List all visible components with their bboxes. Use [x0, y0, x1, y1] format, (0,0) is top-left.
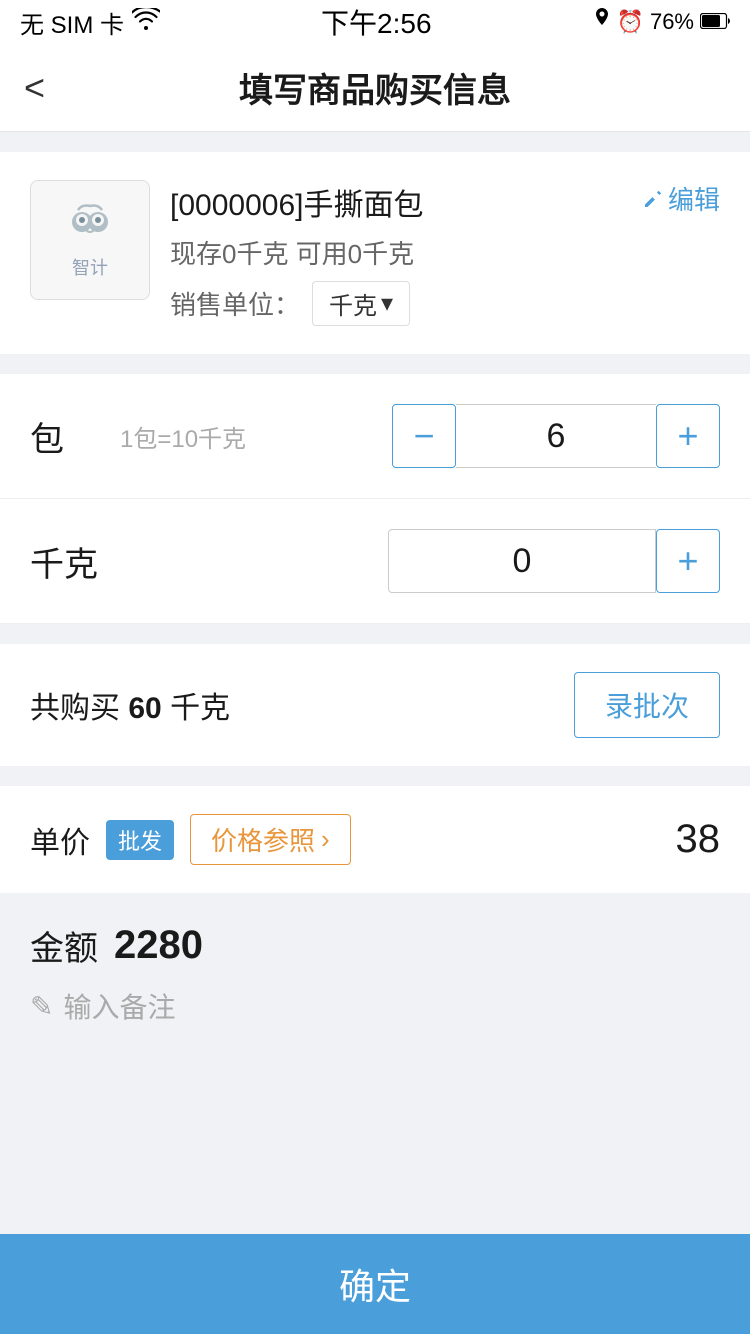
location-icon [593, 8, 611, 36]
bag-decrement-button[interactable]: − [392, 404, 456, 468]
product-info: [0000006]手撕面包 编辑 现存0千克 可用0千克 销售单位： 千克 ▾ [170, 180, 720, 326]
page-spacer [0, 1042, 750, 1234]
kg-qty-input[interactable] [388, 529, 656, 593]
product-name-row: [0000006]手撕面包 编辑 [170, 180, 720, 224]
bag-label: 包 [30, 412, 110, 461]
price-ref-label: 价格参照 [211, 821, 315, 858]
summary-prefix: 共购买 [30, 692, 120, 725]
status-bar-time: 下午2:56 [321, 2, 432, 42]
kg-input-row: 千克 + [0, 499, 750, 624]
price-label: 单价 [30, 818, 90, 862]
batch-button[interactable]: 录批次 [574, 672, 720, 738]
product-stock: 现存0千克 可用0千克 [170, 234, 720, 271]
pencil-icon: ✎ [30, 990, 53, 1023]
confirm-bar[interactable]: 确定 [0, 1234, 750, 1334]
dropdown-arrow-icon: ▾ [381, 289, 393, 318]
amount-value: 2280 [114, 923, 203, 968]
product-unit-row: 销售单位： 千克 ▾ [170, 281, 720, 326]
bag-input-row: 包 1包=10千克 − + [0, 374, 750, 499]
confirm-button-label: 确定 [339, 1258, 411, 1310]
price-ref-button[interactable]: 价格参照 › [190, 814, 351, 865]
status-bar-right: ⏰ 76% [593, 8, 730, 36]
price-value: 38 [676, 817, 721, 862]
note-placeholder: 输入备注 [63, 986, 175, 1026]
bag-qty-control: − + [392, 404, 720, 468]
battery-text: 76% [650, 9, 694, 35]
amount-label: 金额 [30, 921, 98, 970]
bag-hint: 1包=10千克 [120, 419, 392, 454]
status-bar: 无 SIM 卡 下午2:56 ⏰ 76% [0, 0, 750, 44]
summary-unit: 千克 [170, 692, 230, 725]
kg-increment-button[interactable]: + [656, 529, 720, 593]
kg-qty-control: + [388, 529, 720, 593]
back-button[interactable]: < [24, 67, 45, 109]
bag-increment-button[interactable]: + [656, 404, 720, 468]
price-section: 单价 批发 价格参照 › 38 [0, 786, 750, 893]
edit-label: 编辑 [668, 180, 720, 217]
amount-section: 金额 2280 ✎ 输入备注 [0, 893, 750, 1042]
price-type-tag: 批发 [106, 820, 174, 860]
product-thumbnail: 智计 [30, 180, 150, 300]
summary-text: 共购买 60 千克 [30, 683, 230, 727]
page-title: 填写商品购买信息 [239, 63, 511, 112]
kg-label: 千克 [30, 537, 110, 586]
product-card: 智计 [0000006]手撕面包 编辑 现存0千克 可用0千克 销售单位： 千克… [0, 152, 750, 354]
unit-value: 千克 [329, 286, 377, 321]
battery-icon [700, 9, 730, 35]
product-logo-text: 智计 [72, 254, 108, 280]
edit-button[interactable]: 编辑 [642, 180, 720, 217]
price-row: 单价 批发 价格参照 › 38 [30, 814, 720, 865]
bag-qty-input[interactable] [456, 404, 656, 468]
amount-row: 金额 2280 [30, 921, 720, 970]
note-row[interactable]: ✎ 输入备注 [30, 986, 720, 1026]
product-logo-icon [64, 200, 116, 250]
input-section: 包 1包=10千克 − + 千克 + [0, 374, 750, 624]
summary-row: 共购买 60 千克 录批次 [0, 644, 750, 766]
price-ref-arrow-icon: › [321, 824, 330, 855]
unit-select[interactable]: 千克 ▾ [312, 281, 410, 326]
wifi-icon [132, 8, 160, 37]
nav-bar: < 填写商品购买信息 [0, 44, 750, 132]
unit-label: 销售单位： [170, 285, 300, 322]
alarm-icon: ⏰ [617, 9, 644, 35]
status-bar-left: 无 SIM 卡 [20, 5, 160, 40]
sim-indicator: 无 SIM 卡 [20, 5, 124, 40]
product-full-name: [0000006]手撕面包 [170, 180, 642, 224]
summary-quantity: 60 [128, 692, 170, 725]
